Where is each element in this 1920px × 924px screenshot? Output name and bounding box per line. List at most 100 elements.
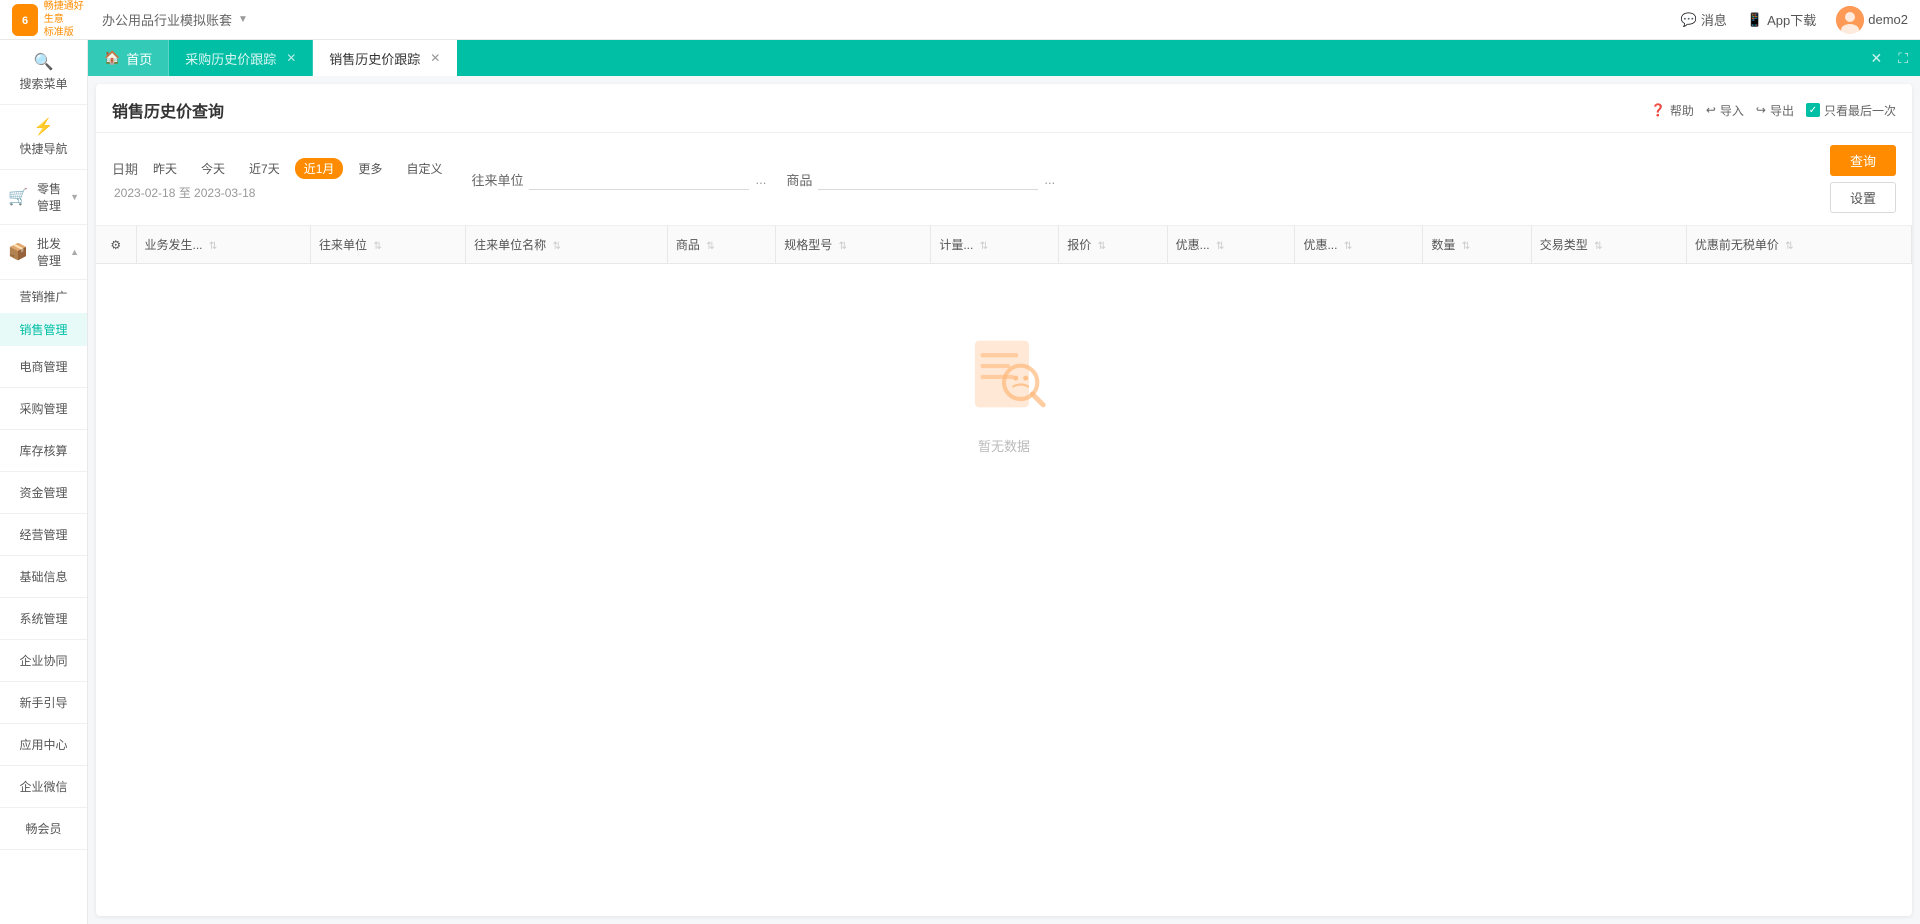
- date-btn-more[interactable]: 更多: [349, 157, 391, 180]
- date-btn-yesterday[interactable]: 昨天: [144, 157, 186, 180]
- sort-arrows-icon: ⇅: [1098, 241, 1106, 252]
- export-icon: ↪: [1756, 103, 1766, 117]
- app-title-area[interactable]: 办公用品行业模拟账套 ▼: [102, 10, 248, 29]
- user-name: demo2: [1868, 12, 1908, 27]
- sort-arrows-icon: ⇅: [706, 241, 714, 252]
- th-spec[interactable]: 规格型号 ⇅: [776, 226, 931, 264]
- avatar: [1836, 6, 1864, 34]
- sidebar-item-operations[interactable]: 经营管理: [0, 514, 87, 556]
- close-all-tabs-btn[interactable]: ✕: [1866, 46, 1886, 71]
- th-biz-date[interactable]: 业务发生... ⇅: [136, 226, 311, 264]
- date-btn-custom[interactable]: 自定义: [397, 157, 451, 180]
- sidebar-item-retail[interactable]: 🛒 零售管理 ▼: [0, 170, 87, 225]
- th-quote[interactable]: 报价 ⇅: [1059, 226, 1167, 264]
- tab-bar: 🏠 首页 采购历史价跟踪 ✕ 销售历史价跟踪 ✕ ✕ ⛶: [88, 40, 1920, 76]
- sidebar-item-purchase[interactable]: 采购管理: [0, 388, 87, 430]
- sidebar-item-label: 经营管理: [19, 526, 67, 543]
- sidebar-item-label: 系统管理: [19, 610, 67, 627]
- sidebar-item-enterprise[interactable]: 企业协同: [0, 640, 87, 682]
- close-sales-tab-btn[interactable]: ✕: [430, 51, 440, 65]
- chevron-up-icon: ▲: [70, 247, 79, 257]
- user-area[interactable]: demo2: [1836, 6, 1908, 34]
- sort-arrows-icon: ⇅: [1216, 241, 1224, 252]
- date-options: 日期 昨天 今天 近7天 近1月 更多 自定义: [112, 157, 451, 180]
- counterparty-search-btn[interactable]: ...: [755, 172, 766, 187]
- sidebar-item-search[interactable]: 🔍 搜索菜单: [0, 40, 87, 105]
- th-goods[interactable]: 商品 ⇅: [667, 226, 775, 264]
- sidebar-item-label: 应用中心: [19, 736, 67, 753]
- sidebar-item-system[interactable]: 系统管理: [0, 598, 87, 640]
- th-qty[interactable]: 数量 ⇅: [1423, 226, 1531, 264]
- sidebar-item-label: 营销推广: [19, 288, 67, 305]
- help-btn[interactable]: ❓ 帮助: [1651, 102, 1694, 119]
- sidebar-item-appstore[interactable]: 应用中心: [0, 724, 87, 766]
- logo-icon: 6: [12, 4, 38, 36]
- header-right: 💬 消息 📱 App下载 demo2: [1681, 6, 1908, 34]
- wholesale-icon: 📦: [8, 242, 28, 262]
- sidebar-item-inventory[interactable]: 库存核算: [0, 430, 87, 472]
- th-counterparty[interactable]: 往来单位 ⇅: [311, 226, 466, 264]
- svg-text:6: 6: [22, 15, 28, 27]
- sidebar-item-wholesale[interactable]: 📦 批发管理 ▲: [0, 225, 87, 280]
- date-btn-today[interactable]: 今天: [192, 157, 234, 180]
- sidebar: 🔍 搜索菜单 ⚡ 快捷导航 🛒 零售管理 ▼ 📦 批发管理 ▲ 营销推广 销售管…: [0, 40, 88, 924]
- sort-arrows-icon: ⇅: [1785, 241, 1793, 252]
- only-last-checkbox[interactable]: ✓ 只看最后一次: [1806, 102, 1896, 119]
- table-header-row: ⚙ 业务发生... ⇅ 往来单位 ⇅ 往来单位名称 ⇅: [96, 226, 1912, 264]
- quick-nav-icon: ⚡: [34, 117, 54, 137]
- counterparty-field: 往来单位 ...: [471, 168, 766, 190]
- goods-field: 商品 ...: [786, 168, 1055, 190]
- counterparty-input[interactable]: [529, 168, 749, 190]
- th-trade-type[interactable]: 交易类型 ⇅: [1531, 226, 1686, 264]
- th-pre-tax-price[interactable]: 优惠前无税单价 ⇅: [1686, 226, 1911, 264]
- th-counterparty-name[interactable]: 往来单位名称 ⇅: [466, 226, 668, 264]
- close-purchase-tab-btn[interactable]: ✕: [286, 51, 296, 65]
- download-btn[interactable]: 📱 App下载: [1747, 10, 1816, 29]
- sort-arrows-icon: ⇅: [1462, 241, 1470, 252]
- sidebar-item-label: 采购管理: [19, 400, 67, 417]
- sidebar-item-ecommerce[interactable]: 电商管理: [0, 346, 87, 388]
- sidebar-item-label: 企业协同: [19, 652, 67, 669]
- sidebar-item-guide[interactable]: 新手引导: [0, 682, 87, 724]
- sidebar-item-label: 快捷导航: [19, 140, 67, 157]
- retail-icon: 🛒: [8, 187, 28, 207]
- th-unit[interactable]: 计量... ⇅: [931, 226, 1059, 264]
- export-btn[interactable]: ↪ 导出: [1756, 102, 1794, 119]
- sort-arrows-icon: ⇅: [980, 241, 988, 252]
- sidebar-item-sales-mgmt[interactable]: 销售管理: [0, 313, 87, 346]
- date-btn-1month[interactable]: 近1月: [295, 158, 344, 179]
- date-range-display: 2023-02-18 至 2023-03-18: [112, 184, 451, 201]
- date-label: 日期: [112, 159, 138, 178]
- th-discount2[interactable]: 优惠... ⇅: [1295, 226, 1423, 264]
- content-area: 🏠 首页 采购历史价跟踪 ✕ 销售历史价跟踪 ✕ ✕ ⛶ 销售历史价查询: [88, 40, 1920, 924]
- sidebar-item-base-info[interactable]: 基础信息: [0, 556, 87, 598]
- date-btn-7days[interactable]: 近7天: [240, 157, 289, 180]
- maximize-btn[interactable]: ⛶: [1894, 46, 1912, 71]
- settings-btn[interactable]: 设置: [1830, 182, 1896, 213]
- sort-arrows-icon: ⇅: [552, 241, 560, 252]
- th-settings[interactable]: ⚙: [96, 226, 136, 264]
- tab-sales[interactable]: 销售历史价跟踪 ✕: [313, 40, 457, 76]
- import-btn[interactable]: ↩ 导入: [1706, 102, 1744, 119]
- tab-purchase[interactable]: 采购历史价跟踪 ✕: [169, 40, 313, 76]
- sidebar-item-label: 基础信息: [19, 568, 67, 585]
- sidebar-item-quick-nav[interactable]: ⚡ 快捷导航: [0, 105, 87, 170]
- sidebar-item-wechat[interactable]: 企业微信: [0, 766, 87, 808]
- query-btn[interactable]: 查询: [1830, 145, 1896, 176]
- empty-state: 暂无数据: [96, 264, 1912, 515]
- sidebar-item-finance[interactable]: 资金管理: [0, 472, 87, 514]
- sidebar-item-member[interactable]: 畅会员: [0, 808, 87, 850]
- query-actions: 查询 设置: [1830, 145, 1896, 213]
- main-layout: 🔍 搜索菜单 ⚡ 快捷导航 🛒 零售管理 ▼ 📦 批发管理 ▲ 营销推广 销售管…: [0, 40, 1920, 924]
- goods-search-btn[interactable]: ...: [1044, 172, 1055, 187]
- sidebar-item-marketing[interactable]: 营销推广: [0, 280, 87, 313]
- tab-home[interactable]: 🏠 首页: [88, 40, 169, 76]
- sidebar-item-label: 库存核算: [19, 442, 67, 459]
- page-header: 销售历史价查询 ❓ 帮助 ↩ 导入 ↪ 导出 ✓: [96, 84, 1912, 133]
- message-icon: 💬: [1681, 12, 1697, 28]
- message-btn[interactable]: 💬 消息: [1681, 10, 1727, 29]
- logo-area: 6 畅捷通好生意 标准版: [12, 0, 92, 39]
- th-discount1[interactable]: 优惠... ⇅: [1167, 226, 1295, 264]
- sidebar-item-label: 销售管理: [19, 321, 67, 338]
- goods-input[interactable]: [818, 168, 1038, 190]
